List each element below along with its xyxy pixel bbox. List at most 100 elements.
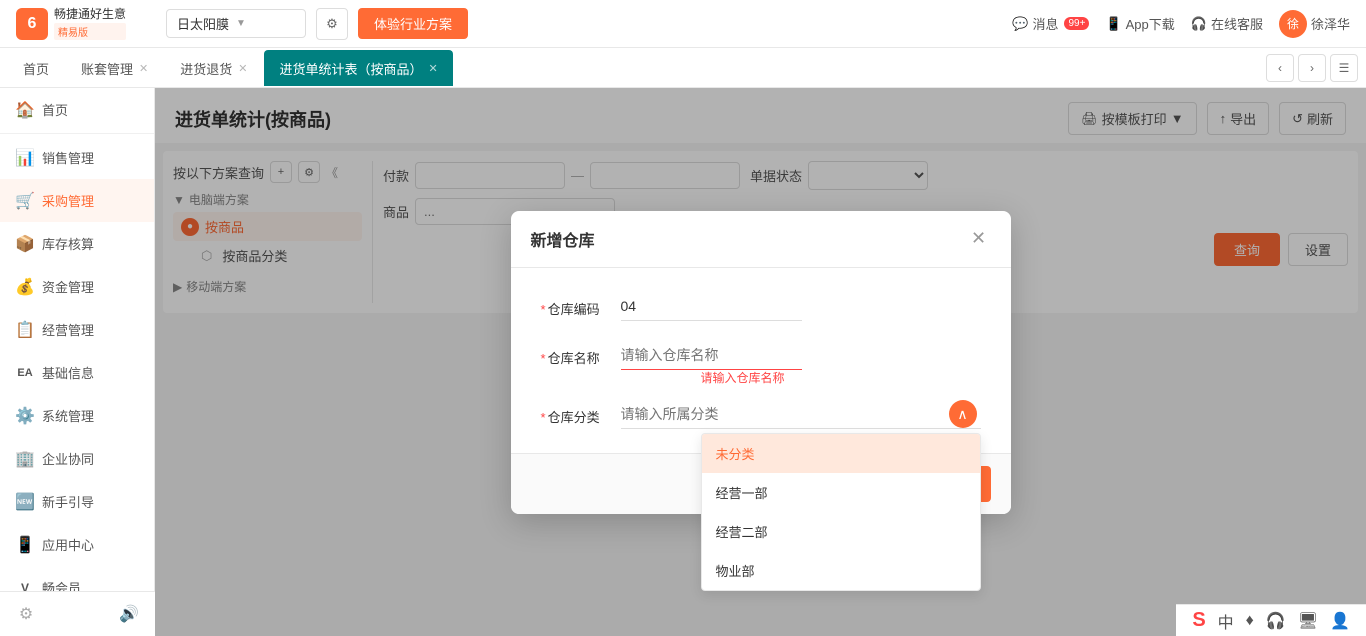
tab-next-icon[interactable]: ›: [1298, 54, 1326, 82]
footer-monitor-icon[interactable]: 🖥: [1298, 611, 1318, 631]
message-icon: 💬: [1012, 16, 1028, 32]
sidebar-speaker-icon[interactable]: 🔊: [115, 600, 143, 628]
sidebar-enterprise-label: 企业协同: [42, 449, 94, 468]
sidebar-system-label: 系统管理: [42, 406, 94, 425]
sidebar-item-basic-info[interactable]: EA 基础信息: [0, 351, 154, 394]
avatar: 徐: [1279, 10, 1307, 38]
dialog-header: 新增仓库 ✕: [511, 211, 1011, 268]
category-input-wrap: ∧ 未分类 经营一部 经营二部 物业部: [621, 400, 981, 429]
footer-diamond-icon: ♦: [1246, 612, 1254, 630]
code-input[interactable]: [621, 292, 802, 321]
main-layout: 🏠 首页 📊 销售管理 🛒 采购管理 📦 库存核算 💰 资金管理 📋 经营管理 …: [0, 88, 1366, 636]
tab-account-close-icon[interactable]: ✕: [139, 62, 148, 75]
messages-button[interactable]: 💬 消息 99+: [1012, 14, 1089, 33]
tab-bar: 首页 账套管理 ✕ 进货退货 ✕ 进货单统计表（按商品） ✕ ‹ › ☰: [0, 48, 1366, 88]
sidebar-item-operation[interactable]: 📋 经营管理: [0, 308, 154, 351]
code-input-wrap: [621, 292, 981, 321]
dropdown-item-0[interactable]: 未分类: [702, 434, 980, 473]
sidebar-bottom-bar: ⚙ 🔊: [0, 591, 155, 636]
logo-text: 畅捷通好生意: [54, 7, 126, 23]
brand-s-logo: S: [1192, 609, 1205, 632]
dropdown-item-2[interactable]: 经营二部: [702, 512, 980, 551]
sidebar-divider-1: [0, 133, 154, 134]
sidebar-guide-label: 新手引导: [42, 492, 94, 511]
form-row-name: *仓库名称 请输入仓库名称: [541, 341, 981, 370]
dropdown-item-1[interactable]: 经营一部: [702, 473, 980, 512]
name-error-msg: 请输入仓库名称: [701, 369, 785, 386]
category-dropdown: 未分类 经营一部 经营二部 物业部: [701, 433, 981, 591]
sidebar-item-finance[interactable]: 💰 资金管理: [0, 265, 154, 308]
sidebar-finance-label: 资金管理: [42, 277, 94, 296]
tab-purchase-return-label: 进货退货: [180, 59, 232, 78]
basic-info-icon: EA: [16, 364, 34, 382]
system-icon: ⚙️: [16, 407, 34, 425]
tab-home-label: 首页: [23, 59, 49, 78]
dialog-close-button[interactable]: ✕: [967, 227, 991, 251]
logo-icon: 6: [16, 8, 48, 40]
user-profile[interactable]: 徐 徐泽华: [1279, 10, 1350, 38]
dialog-title: 新增仓库: [531, 227, 595, 251]
tab-account-label: 账套管理: [81, 59, 133, 78]
sidebar-item-sales[interactable]: 📊 销售管理: [0, 136, 154, 179]
name-input[interactable]: [621, 341, 802, 370]
top-header: 6 畅捷通好生意 精易版 日太阳膜 ▼ ⚙ 体验行业方案 💬 消息 99+ 📱 …: [0, 0, 1366, 48]
app-icon: 📱: [16, 536, 34, 554]
sidebar-home-label: 首页: [42, 100, 68, 119]
footer-lang-icon[interactable]: 中: [1218, 609, 1234, 633]
finance-icon: 💰: [16, 278, 34, 296]
sidebar-item-inventory[interactable]: 📦 库存核算: [0, 222, 154, 265]
footer-user-icon[interactable]: 👤: [1330, 611, 1350, 631]
headset-icon: 🎧: [1191, 16, 1207, 32]
tab-home[interactable]: 首页: [8, 50, 64, 86]
enterprise-icon: 🏢: [16, 450, 34, 468]
tab-purchase-stats[interactable]: 进货单统计表（按商品） ✕: [264, 50, 452, 86]
name-label: *仓库名称: [541, 341, 621, 367]
tab-menu-icon[interactable]: ☰: [1330, 54, 1358, 82]
sidebar-item-system[interactable]: ⚙️ 系统管理: [0, 394, 154, 437]
modal-overlay[interactable]: 新增仓库 ✕ *仓库编码: [155, 88, 1366, 636]
tab-controls: ‹ › ☰: [1266, 54, 1358, 82]
footer-headset-icon[interactable]: 🎧: [1266, 611, 1286, 631]
sidebar-item-home[interactable]: 🏠 首页: [0, 88, 154, 131]
dialog-body: *仓库编码 *仓库名称 请输入仓库名称: [511, 268, 1011, 453]
logo-badge: 精易版: [54, 23, 126, 40]
mobile-icon: 📱: [1105, 16, 1121, 32]
tab-purchase-return[interactable]: 进货退货 ✕: [165, 50, 262, 86]
sidebar-item-purchase[interactable]: 🛒 采购管理: [0, 179, 154, 222]
code-label: *仓库编码: [541, 292, 621, 318]
tab-prev-icon[interactable]: ‹: [1266, 54, 1294, 82]
dropdown-item-3[interactable]: 物业部: [702, 551, 980, 590]
header-right: 💬 消息 99+ 📱 App下载 🎧 在线客服 徐 徐泽华: [1012, 10, 1350, 38]
store-dropdown-arrow-icon: ▼: [236, 18, 295, 29]
trial-button[interactable]: 体验行业方案: [358, 8, 468, 39]
sidebar-item-app[interactable]: 📱 应用中心: [0, 523, 154, 566]
sidebar-settings-icon[interactable]: ⚙: [12, 600, 40, 628]
online-service-button[interactable]: 🎧 在线客服: [1191, 14, 1263, 33]
sidebar-operation-label: 经营管理: [42, 320, 94, 339]
sidebar-sales-label: 销售管理: [42, 148, 94, 167]
sidebar-item-enterprise[interactable]: 🏢 企业协同: [0, 437, 154, 480]
footer-bar: S 中 ♦ 🎧 🖥 👤: [1176, 604, 1366, 636]
tab-purchase-return-close-icon[interactable]: ✕: [238, 62, 247, 75]
settings-icon[interactable]: ⚙: [316, 8, 348, 40]
form-row-code: *仓库编码: [541, 292, 981, 321]
category-toggle-icon[interactable]: ∧: [949, 400, 977, 428]
tab-account[interactable]: 账套管理 ✕: [66, 50, 163, 86]
tab-purchase-stats-close-icon[interactable]: ✕: [429, 62, 438, 75]
sidebar-app-label: 应用中心: [42, 535, 94, 554]
inventory-icon: 📦: [16, 235, 34, 253]
sidebar-item-guide[interactable]: 🆕 新手引导: [0, 480, 154, 523]
header-middle: 日太阳膜 ▼ ⚙ 体验行业方案: [166, 8, 1012, 40]
guide-icon: 🆕: [16, 493, 34, 511]
store-selector[interactable]: 日太阳膜 ▼: [166, 9, 306, 38]
category-input[interactable]: [621, 400, 981, 429]
tab-purchase-stats-label: 进货单统计表（按商品）: [279, 59, 422, 78]
app-download-button[interactable]: 📱 App下载: [1105, 14, 1174, 33]
purchase-icon: 🛒: [16, 192, 34, 210]
content-area: 进货单统计(按商品) 🖨 按模板打印 ▼ ↑ 导出 ↺ 刷新: [155, 88, 1366, 636]
sidebar-basic-info-label: 基础信息: [42, 363, 94, 382]
category-label: *仓库分类: [541, 400, 621, 426]
message-badge: 99+: [1064, 17, 1089, 30]
operation-icon: 📋: [16, 321, 34, 339]
home-icon: 🏠: [16, 101, 34, 119]
